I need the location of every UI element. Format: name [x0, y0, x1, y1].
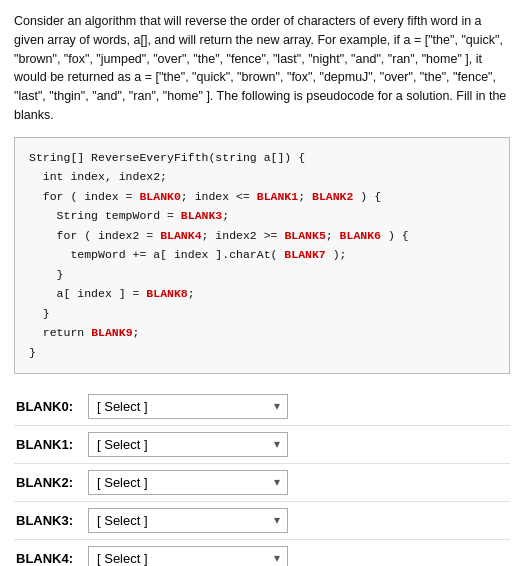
blank-row-4: BLANK4: [ Select ] 0 1 4 a.length - 1 a.… [14, 540, 510, 566]
blank-label-3: BLANK3: [16, 513, 88, 528]
blank1-select[interactable]: [ Select ] 0 1 4 a.length - 1 a.length i… [88, 432, 288, 457]
select-wrapper-2: [ Select ] 0 1 4 a.length - 1 a.length i… [88, 470, 288, 495]
blank-row-1: BLANK1: [ Select ] 0 1 4 a.length - 1 a.… [14, 426, 510, 464]
code-block: String[] ReverseEveryFifth(string a[]) {… [14, 137, 510, 374]
blanks-section: BLANK0: [ Select ] 0 1 4 a.length - 1 a.… [14, 388, 510, 566]
blank0-select[interactable]: [ Select ] 0 1 4 a.length - 1 a.length i… [88, 394, 288, 419]
select-wrapper-4: [ Select ] 0 1 4 a.length - 1 a.length i… [88, 546, 288, 566]
select-wrapper-1: [ Select ] 0 1 4 a.length - 1 a.length i… [88, 432, 288, 457]
description: Consider an algorithm that will reverse … [14, 12, 510, 125]
blank-label-1: BLANK1: [16, 437, 88, 452]
blank-label-0: BLANK0: [16, 399, 88, 414]
blank-row-3: BLANK3: [ Select ] 0 1 4 a.length - 1 a.… [14, 502, 510, 540]
blank-row-0: BLANK0: [ Select ] 0 1 4 a.length - 1 a.… [14, 388, 510, 426]
blank-label-4: BLANK4: [16, 551, 88, 566]
blank-row-2: BLANK2: [ Select ] 0 1 4 a.length - 1 a.… [14, 464, 510, 502]
blank2-select[interactable]: [ Select ] 0 1 4 a.length - 1 a.length i… [88, 470, 288, 495]
blank3-select[interactable]: [ Select ] 0 1 4 a.length - 1 a.length i… [88, 508, 288, 533]
blank-label-2: BLANK2: [16, 475, 88, 490]
select-wrapper-0: [ Select ] 0 1 4 a.length - 1 a.length i… [88, 394, 288, 419]
select-wrapper-3: [ Select ] 0 1 4 a.length - 1 a.length i… [88, 508, 288, 533]
blank4-select[interactable]: [ Select ] 0 1 4 a.length - 1 a.length i… [88, 546, 288, 566]
